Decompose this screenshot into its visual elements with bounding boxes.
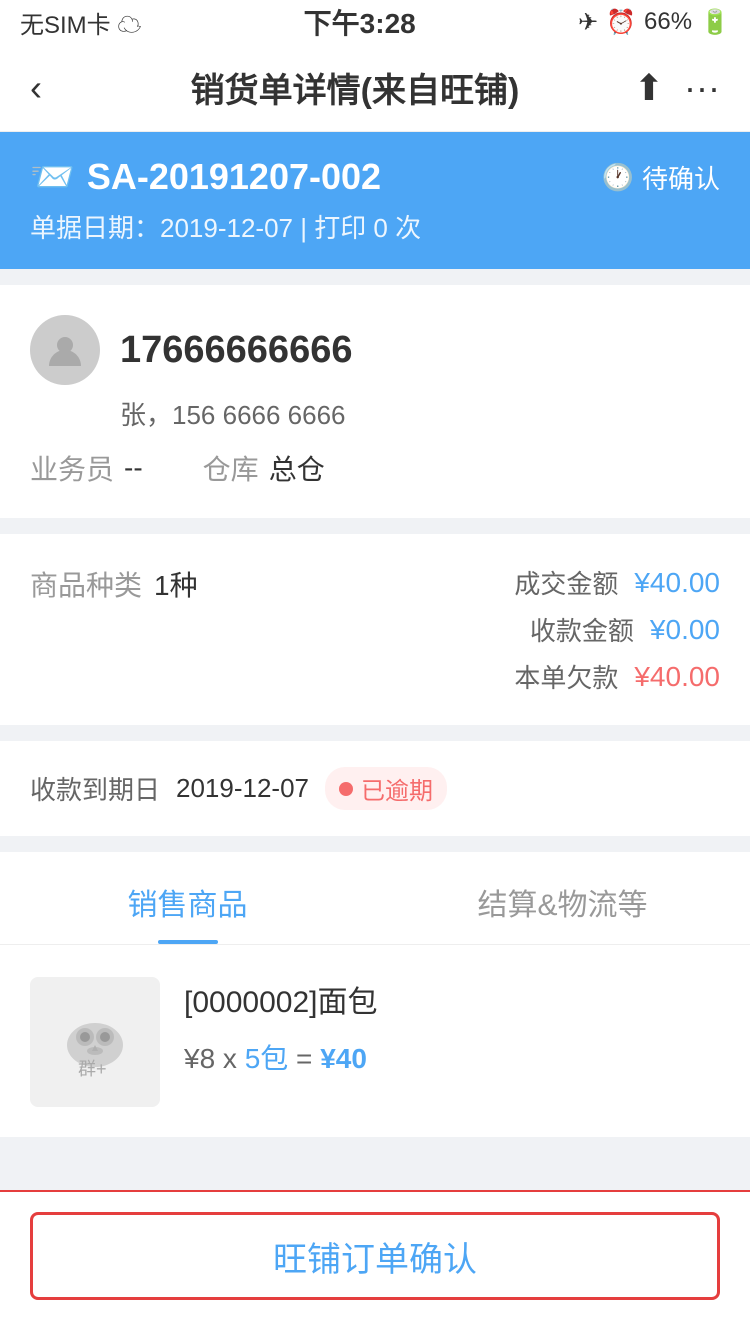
warehouse-item: 仓库 总仓 [203, 448, 325, 488]
amount-section: 商品种类 1种 成交金额 ¥40.00 收款金额 ¥0.00 本单欠款 ¥40.… [0, 534, 750, 725]
customer-row: 17666666666 [30, 315, 720, 385]
price-quantity: 5包 [245, 1043, 289, 1074]
amount-right: 成交金额 ¥40.00 收款金额 ¥0.00 本单欠款 ¥40.00 [514, 564, 720, 695]
status-time: 下午3:28 [304, 2, 416, 42]
salesperson-label: 业务员 [30, 448, 114, 488]
order-id-text: SA-20191207-002 [87, 156, 381, 198]
warehouse-value: 总仓 [269, 448, 325, 488]
price-base: ¥8 x [184, 1043, 245, 1074]
deal-amount-row: 成交金额 ¥40.00 [514, 564, 720, 601]
deal-label: 成交金额 [514, 564, 618, 601]
owed-label: 本单欠款 [514, 658, 618, 695]
due-date-value: 2019-12-07 [176, 773, 309, 804]
tab-sales-products[interactable]: 销售商品 [0, 852, 375, 944]
order-id: 📨 SA-20191207-002 [30, 156, 381, 198]
tabs-row: 销售商品 结算&物流等 [0, 852, 750, 945]
owed-value: ¥40.00 [634, 661, 720, 693]
amount-left: 商品种类 1种 [30, 564, 198, 604]
battery-icon: 🔋 [700, 8, 730, 37]
order-header: 📨 SA-20191207-002 🕐 待确认 单据日期：2019-12-07 … [0, 132, 750, 269]
alarm-icon: ⏰ [606, 8, 636, 37]
product-item: 群+ [0000002]面包 ¥8 x 5包 = ¥40 [30, 977, 720, 1107]
sim-status: 无SIM卡 ☁ [20, 5, 141, 40]
order-date: 单据日期：2019-12-07 | 打印 0 次 [30, 208, 720, 245]
customer-phone: 17666666666 [120, 329, 352, 372]
svg-text:群+: 群+ [78, 1059, 107, 1077]
confirm-order-button[interactable]: 旺铺订单确认 [30, 1212, 720, 1300]
status-bar: 无SIM卡 ☁ 下午3:28 ✈ ⏰ 66% 🔋 [0, 0, 750, 44]
received-label: 收款金额 [530, 611, 634, 648]
received-value: ¥0.00 [650, 614, 720, 646]
overdue-dot-icon [339, 782, 353, 796]
customer-section: 17666666666 张，156 6666 6666 业务员 -- 仓库 总仓 [0, 285, 750, 518]
overdue-badge: 已逾期 [325, 767, 447, 810]
status-clock-icon: 🕐 [602, 162, 634, 193]
due-label: 收款到期日 [30, 770, 160, 807]
salesperson-item: 业务员 -- [30, 448, 143, 488]
status-left: 无SIM卡 ☁ [20, 5, 141, 40]
status-text: 待确认 [642, 159, 720, 196]
category-value: 1种 [154, 564, 198, 604]
status-right: ✈ ⏰ 66% 🔋 [578, 8, 730, 37]
product-info: [0000002]面包 ¥8 x 5包 = ¥40 [184, 977, 720, 1077]
order-id-row: 📨 SA-20191207-002 🕐 待确认 [30, 156, 720, 198]
avatar [30, 315, 100, 385]
owed-amount-row: 本单欠款 ¥40.00 [514, 658, 720, 695]
product-thumbnail: 群+ [30, 977, 160, 1107]
due-section: 收款到期日 2019-12-07 已逾期 [0, 741, 750, 836]
bottom-bar: 旺铺订单确认 [0, 1190, 750, 1334]
share-icon[interactable]: ⬆ [634, 67, 664, 109]
price-separator: = [288, 1043, 320, 1074]
customer-name: 张，156 6666 6666 [120, 395, 720, 432]
order-icon: 📨 [30, 156, 75, 198]
product-section: 群+ [0000002]面包 ¥8 x 5包 = ¥40 [0, 947, 750, 1137]
more-icon[interactable]: ··· [684, 67, 720, 109]
page-title: 销货单详情(来自旺铺) [90, 63, 620, 112]
location-icon: ✈ [578, 8, 598, 37]
tabs-section: 销售商品 结算&物流等 群+ [0000002]面包 [0, 852, 750, 1137]
product-price-row: ¥8 x 5包 = ¥40 [184, 1037, 720, 1077]
back-button[interactable]: ‹ [30, 67, 90, 109]
nav-bar: ‹ 销货单详情(来自旺铺) ⬆ ··· [0, 44, 750, 132]
category-label: 商品种类 [30, 564, 142, 604]
overdue-text: 已逾期 [361, 771, 433, 806]
received-amount-row: 收款金额 ¥0.00 [530, 611, 720, 648]
warehouse-label: 仓库 [203, 448, 259, 488]
category-item: 商品种类 1种 [30, 564, 198, 604]
deal-value: ¥40.00 [634, 567, 720, 599]
salesperson-value: -- [124, 452, 143, 484]
order-status: 🕐 待确认 [602, 159, 720, 196]
battery-level: 66% [644, 8, 692, 36]
customer-meta: 业务员 -- 仓库 总仓 [30, 448, 720, 488]
nav-actions: ⬆ ··· [620, 67, 720, 109]
price-total: ¥40 [320, 1043, 367, 1074]
tab-settlement[interactable]: 结算&物流等 [375, 852, 750, 944]
product-name: [0000002]面包 [184, 977, 720, 1021]
